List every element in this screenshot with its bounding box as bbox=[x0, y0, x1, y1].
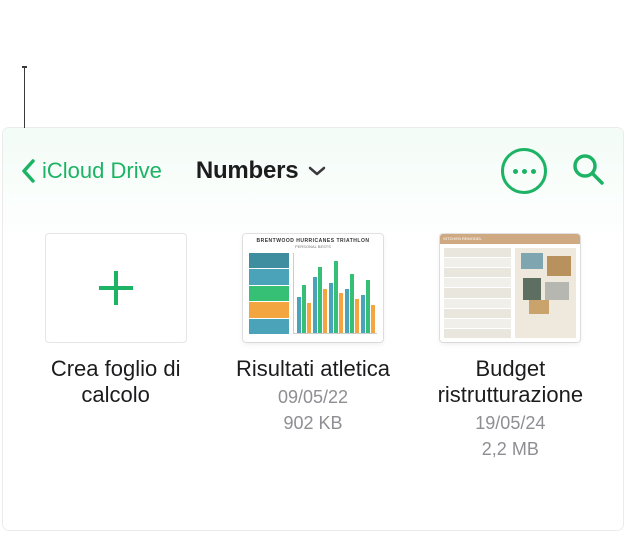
document-date: 09/05/22 bbox=[278, 386, 348, 408]
create-thumbnail bbox=[46, 234, 186, 342]
plus-icon bbox=[99, 271, 133, 305]
document-tile-risultati-atletica[interactable]: BRENTWOOD HURRICANES TRIATHLON PERSONAL … bbox=[234, 234, 391, 460]
create-label: Crea foglio di calcolo bbox=[37, 356, 194, 408]
back-label: iCloud Drive bbox=[42, 158, 162, 184]
table-icon bbox=[444, 248, 511, 338]
document-label: Budget ristrutturazione bbox=[432, 356, 589, 408]
search-button[interactable] bbox=[571, 152, 605, 191]
bar-chart-icon bbox=[293, 253, 377, 334]
document-size: 902 KB bbox=[283, 412, 342, 434]
document-thumbnail: BRENTWOOD HURRICANES TRIATHLON PERSONAL … bbox=[243, 234, 383, 342]
ellipsis-icon bbox=[513, 169, 536, 174]
document-thumbnail: KITCHEN REMODEL bbox=[440, 234, 580, 342]
more-options-button[interactable] bbox=[501, 148, 547, 194]
document-grid: Crea foglio di calcolo BRENTWOOD HURRICA… bbox=[3, 214, 623, 460]
document-size: 2,2 MB bbox=[482, 438, 539, 460]
search-icon bbox=[571, 152, 605, 186]
folder-title-button[interactable]: Numbers bbox=[196, 157, 327, 185]
back-button[interactable]: iCloud Drive bbox=[21, 158, 162, 184]
document-tile-budget-ristrutturazione[interactable]: KITCHEN REMODEL bbox=[432, 234, 589, 460]
thumb-heading: KITCHEN REMODEL bbox=[440, 234, 580, 244]
create-spreadsheet-tile[interactable]: Crea foglio di calcolo bbox=[37, 234, 194, 460]
document-date: 19/05/24 bbox=[475, 412, 545, 434]
document-label: Risultati atletica bbox=[236, 356, 390, 382]
chevron-left-icon bbox=[21, 159, 36, 183]
folder-title: Numbers bbox=[196, 157, 299, 185]
thumb-heading: BRENTWOOD HURRICANES TRIATHLON bbox=[243, 234, 383, 244]
navigation-bar: iCloud Drive Numbers bbox=[3, 128, 623, 214]
chevron-down-icon bbox=[308, 166, 326, 176]
file-browser-window: iCloud Drive Numbers bbox=[3, 128, 623, 530]
callout-leader-line bbox=[24, 68, 25, 130]
moodboard-icon bbox=[515, 248, 576, 338]
